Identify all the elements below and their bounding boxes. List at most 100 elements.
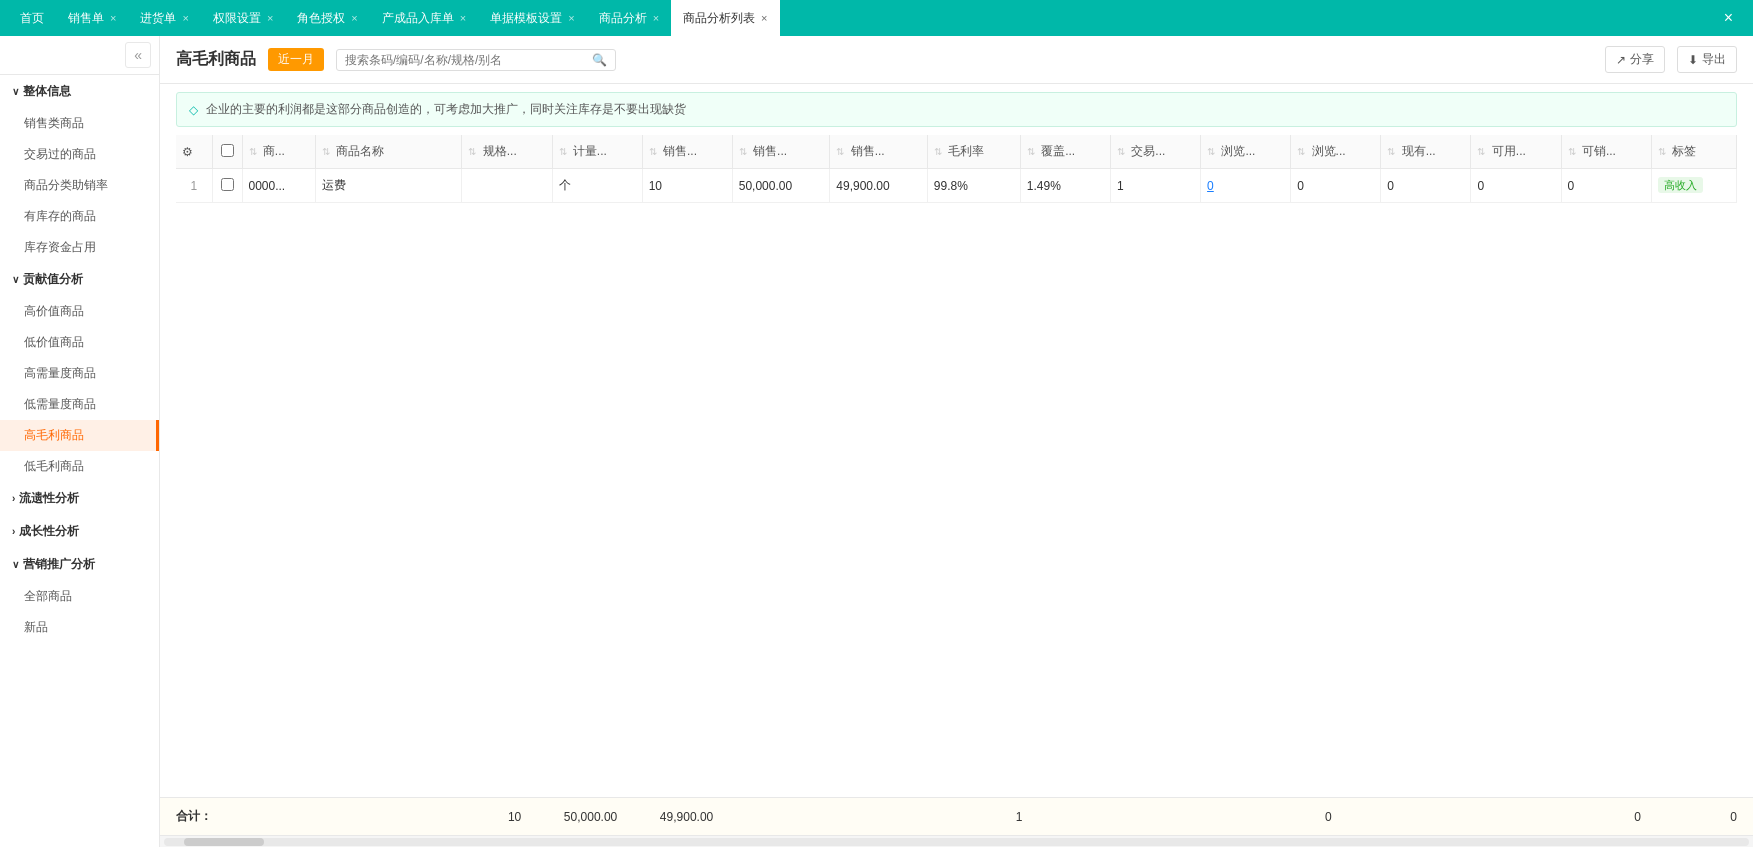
nav-permission-settings[interactable]: 权限设置 × xyxy=(201,0,285,36)
nav-template-settings[interactable]: 单据模板设置 × xyxy=(478,0,586,36)
scroll-track xyxy=(164,838,1749,846)
close-product-inbound[interactable]: × xyxy=(460,12,466,24)
sales-qty: 10 xyxy=(642,169,732,203)
sidebar-section-yxtgfx[interactable]: ∨ 营销推广分析 xyxy=(0,548,159,581)
scroll-thumb[interactable] xyxy=(184,838,264,846)
sort-icon-unit: ⇅ xyxy=(559,146,567,157)
close-role-auth[interactable]: × xyxy=(351,12,357,24)
search-input[interactable] xyxy=(345,53,592,67)
col-name[interactable]: ⇅ 商品名称 xyxy=(315,135,462,169)
col-tag[interactable]: ⇅ 标签 xyxy=(1651,135,1736,169)
chevron-down-icon: ∨ xyxy=(12,86,19,97)
window-close-button[interactable]: × xyxy=(1712,9,1745,27)
close-product-analysis-list[interactable]: × xyxy=(761,12,767,24)
close-purchase-order[interactable]: × xyxy=(182,12,188,24)
close-permission-settings[interactable]: × xyxy=(267,12,273,24)
search-box: 🔍 xyxy=(336,49,616,71)
trans-count: 1 xyxy=(1110,169,1200,203)
sidebar-item-xp[interactable]: 新品 xyxy=(0,612,159,643)
close-template-settings[interactable]: × xyxy=(568,12,574,24)
nav-home[interactable]: 首页 xyxy=(8,0,56,36)
browse1[interactable]: 0 xyxy=(1201,169,1291,203)
footer-extra: 0 xyxy=(1657,810,1737,824)
nav-role-auth[interactable]: 角色授权 × xyxy=(285,0,369,36)
share-button[interactable]: ↗ 分享 xyxy=(1605,46,1665,73)
col-trans-count[interactable]: ⇅ 交易... xyxy=(1110,135,1200,169)
col-browse1[interactable]: ⇅ 浏览... xyxy=(1201,135,1291,169)
sort-icon-sqty: ⇅ xyxy=(649,146,657,157)
sidebar-item-qbsp[interactable]: 全部商品 xyxy=(0,581,159,612)
col-available-stock[interactable]: ⇅ 可用... xyxy=(1471,135,1561,169)
export-button[interactable]: ⬇ 导出 xyxy=(1677,46,1737,73)
sidebar-section-yxtgfx-items: 全部商品 新品 xyxy=(0,581,159,643)
current-stock: 0 xyxy=(1381,169,1471,203)
coverage: 1.49% xyxy=(1020,169,1110,203)
col-coverage[interactable]: ⇅ 覆盖... xyxy=(1020,135,1110,169)
col-browse2[interactable]: ⇅ 浏览... xyxy=(1291,135,1381,169)
footer-sales-amount: 50,000.00 xyxy=(537,810,617,824)
sidebar-item-kczj[interactable]: 库存资金占用 xyxy=(0,232,159,263)
col-sales-qty[interactable]: ⇅ 销售... xyxy=(642,135,732,169)
tag-badge: 高收入 xyxy=(1658,177,1703,193)
close-sales-order[interactable]: × xyxy=(110,12,116,24)
chevron-right-icon: › xyxy=(12,493,15,504)
col-checkbox[interactable] xyxy=(212,135,242,169)
horizontal-scrollbar[interactable] xyxy=(160,835,1753,847)
sales-profit: 49,900.00 xyxy=(830,169,928,203)
sidebar-item-dmlisp[interactable]: 低毛利商品 xyxy=(0,451,159,482)
footer-sales-profit: 49,900.00 xyxy=(633,810,713,824)
sidebar-section-zhengti[interactable]: ∨ 整体信息 xyxy=(0,75,159,108)
sort-icon-spec: ⇅ xyxy=(468,146,476,157)
row-number: 1 xyxy=(176,169,212,203)
col-saleable-stock[interactable]: ⇅ 可销... xyxy=(1561,135,1651,169)
col-unit[interactable]: ⇅ 计量... xyxy=(552,135,642,169)
sidebar-section-llyxfx[interactable]: › 流遗性分析 xyxy=(0,482,159,515)
sort-icon-cov: ⇅ xyxy=(1027,146,1035,157)
sort-icon-ss: ⇅ xyxy=(1568,146,1576,157)
col-sales-amount[interactable]: ⇅ 销售... xyxy=(732,135,830,169)
sidebar-section-czfx[interactable]: ∨ 贡献值分析 xyxy=(0,263,159,296)
search-icon[interactable]: 🔍 xyxy=(592,53,607,67)
sidebar-collapse-button[interactable]: « xyxy=(125,42,151,68)
footer-browse1: 0 xyxy=(1252,810,1332,824)
col-sales-profit[interactable]: ⇅ 销售... xyxy=(830,135,928,169)
sidebar-item-spfz[interactable]: 商品分类助销率 xyxy=(0,170,159,201)
sidebar-item-xsls[interactable]: 销售类商品 xyxy=(0,108,159,139)
share-icon: ↗ xyxy=(1616,53,1626,67)
info-icon: ◇ xyxy=(189,103,198,117)
sidebar-item-djz[interactable]: 低价值商品 xyxy=(0,327,159,358)
sort-icon-sprofit: ⇅ xyxy=(836,146,844,157)
period-button[interactable]: 近一月 xyxy=(268,48,324,71)
sidebar-item-dyxlsp[interactable]: 低需量度商品 xyxy=(0,389,159,420)
content-header: 高毛利商品 近一月 🔍 ↗ 分享 ⬇ 导出 xyxy=(160,36,1753,84)
close-product-analysis[interactable]: × xyxy=(653,12,659,24)
col-gross-margin[interactable]: ⇅ 毛利率 xyxy=(927,135,1020,169)
select-all-checkbox[interactable] xyxy=(221,144,234,157)
table-footer: 合计： 10 50,000.00 49,900.00 1 0 0 0 xyxy=(160,797,1753,835)
table-body: 1 0000... 运费 个 10 50,000.00 49,900.00 99… xyxy=(176,169,1737,203)
col-spec[interactable]: ⇅ 规格... xyxy=(462,135,552,169)
top-navigation: 首页 销售单 × 进货单 × 权限设置 × 角色授权 × 产成品入库单 × 单据… xyxy=(0,0,1753,36)
nav-purchase-order[interactable]: 进货单 × xyxy=(128,0,200,36)
gross-margin: 99.8% xyxy=(927,169,1020,203)
sort-icon-tc: ⇅ xyxy=(1117,146,1125,157)
col-settings[interactable]: ⚙ xyxy=(176,135,212,169)
sidebar-section-czfx-items: 高价值商品 低价值商品 高需量度商品 低需量度商品 高毛利商品 低毛利商品 xyxy=(0,296,159,482)
product-code: 0000... xyxy=(242,169,315,203)
sidebar-item-gjz[interactable]: 高价值商品 xyxy=(0,296,159,327)
sidebar-item-gmlisp[interactable]: 高毛利商品 xyxy=(0,420,159,451)
col-current-stock[interactable]: ⇅ 现有... xyxy=(1381,135,1471,169)
chevron-down-icon-2: ∨ xyxy=(12,274,19,285)
nav-product-analysis-list[interactable]: 商品分析列表 × xyxy=(671,0,779,36)
nav-product-inbound[interactable]: 产成品入库单 × xyxy=(370,0,478,36)
nav-product-analysis[interactable]: 商品分析 × xyxy=(587,0,671,36)
row-checkbox[interactable] xyxy=(221,178,234,191)
sidebar-item-ykc[interactable]: 有库存的商品 xyxy=(0,201,159,232)
sort-icon-gm: ⇅ xyxy=(934,146,942,157)
sidebar-item-gyxlsp[interactable]: 高需量度商品 xyxy=(0,358,159,389)
col-code[interactable]: ⇅ 商... xyxy=(242,135,315,169)
sort-icon-cs: ⇅ xyxy=(1387,146,1395,157)
nav-sales-order[interactable]: 销售单 × xyxy=(56,0,128,36)
sidebar-item-jyg[interactable]: 交易过的商品 xyxy=(0,139,159,170)
sidebar-section-czxfx[interactable]: › 成长性分析 xyxy=(0,515,159,548)
